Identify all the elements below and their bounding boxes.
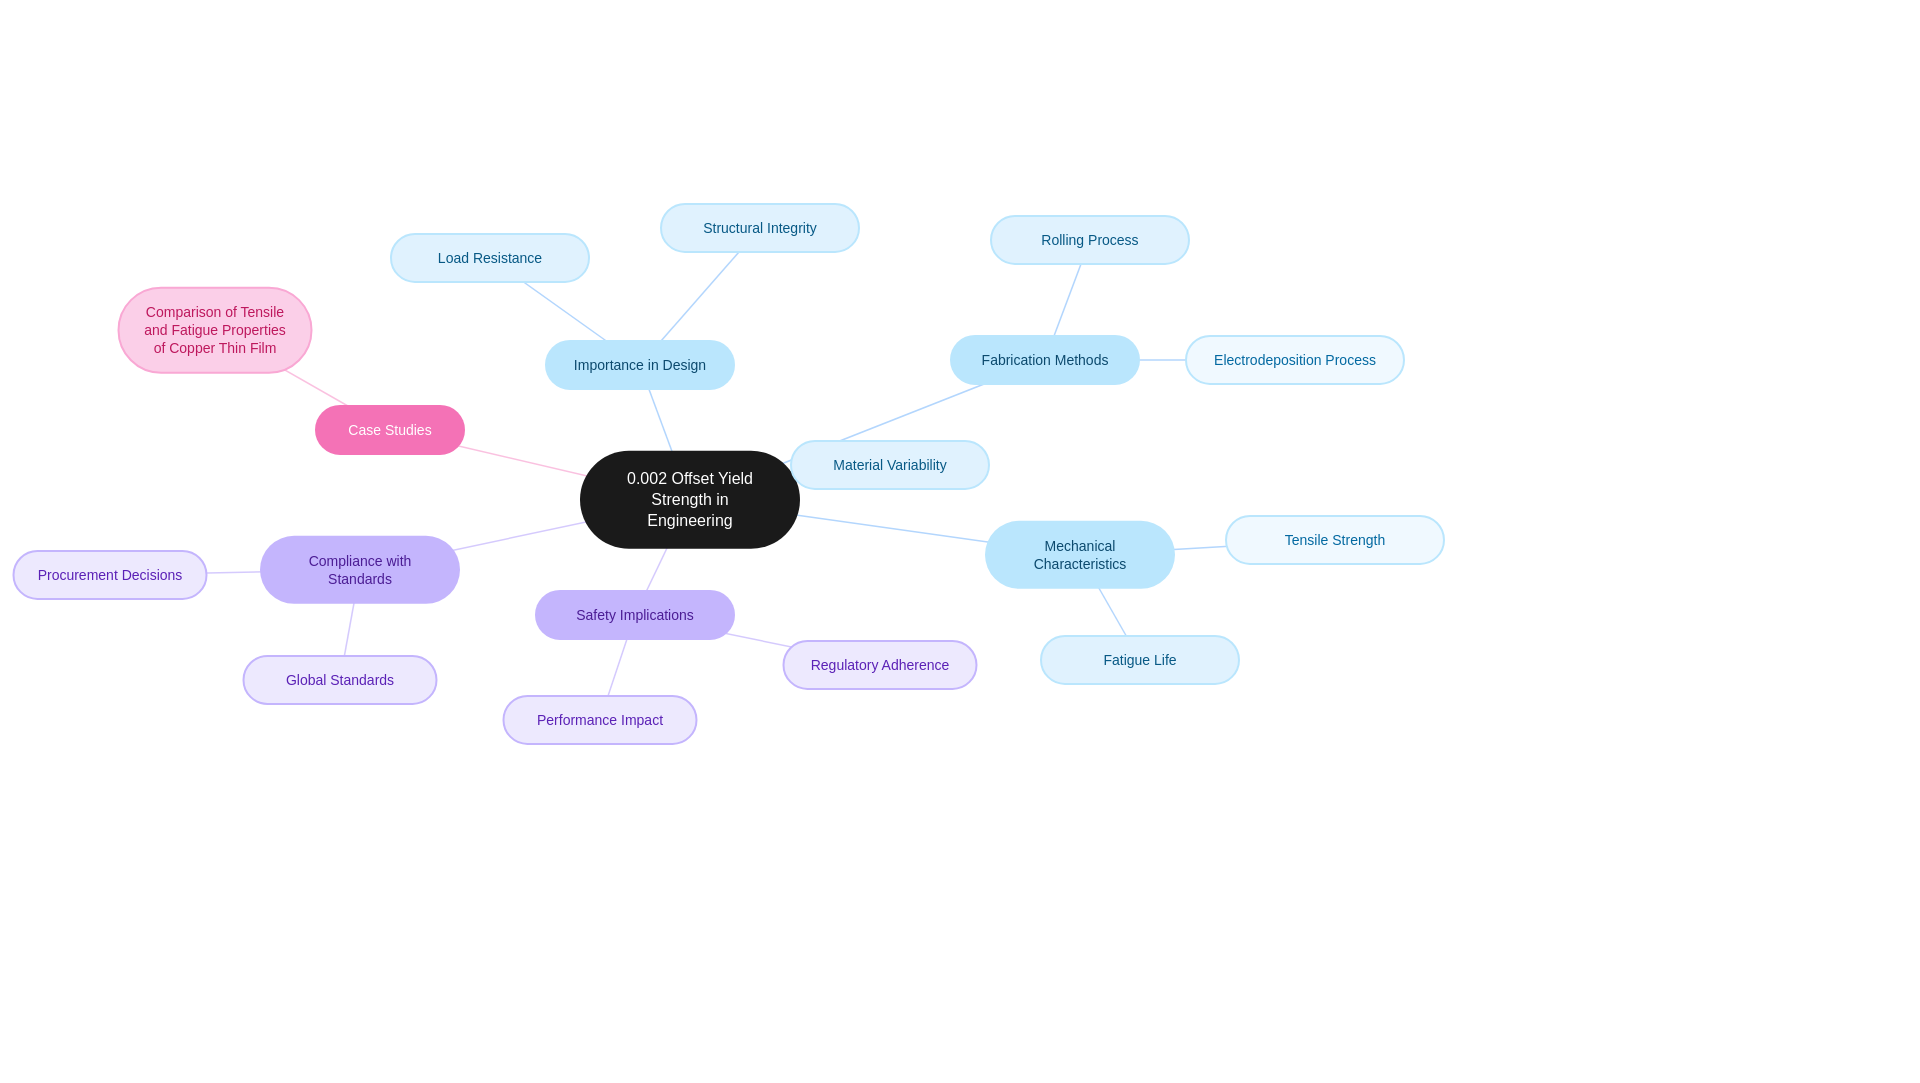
node-material-variability[interactable]: Material Variability [790, 440, 990, 490]
node-comparison[interactable]: Comparison of Tensile and Fatigue Proper… [118, 287, 313, 374]
node-mechanical-characteristics[interactable]: Mechanical Characteristics [985, 521, 1175, 589]
node-regulatory-adherence[interactable]: Regulatory Adherence [783, 640, 978, 690]
node-global-standards[interactable]: Global Standards [243, 655, 438, 705]
mind-map: 0.002 Offset Yield Strength in Engineeri… [0, 0, 1920, 1083]
node-importance-design[interactable]: Importance in Design [545, 340, 735, 390]
node-procurement[interactable]: Procurement Decisions [13, 550, 208, 600]
node-rolling-process[interactable]: Rolling Process [990, 215, 1190, 265]
node-compliance[interactable]: Compliance with Standards [260, 536, 460, 604]
node-fabrication-methods[interactable]: Fabrication Methods [950, 335, 1140, 385]
node-case-studies[interactable]: Case Studies [315, 405, 465, 455]
node-electrodeposition[interactable]: Electrodeposition Process [1185, 335, 1405, 385]
node-structural-integrity[interactable]: Structural Integrity [660, 203, 860, 253]
node-fatigue-life[interactable]: Fatigue Life [1040, 635, 1240, 685]
node-safety-implications[interactable]: Safety Implications [535, 590, 735, 640]
node-performance-impact[interactable]: Performance Impact [503, 695, 698, 745]
node-load-resistance[interactable]: Load Resistance [390, 233, 590, 283]
center-node[interactable]: 0.002 Offset Yield Strength in Engineeri… [580, 451, 800, 549]
node-tensile-strength[interactable]: Tensile Strength [1225, 515, 1445, 565]
